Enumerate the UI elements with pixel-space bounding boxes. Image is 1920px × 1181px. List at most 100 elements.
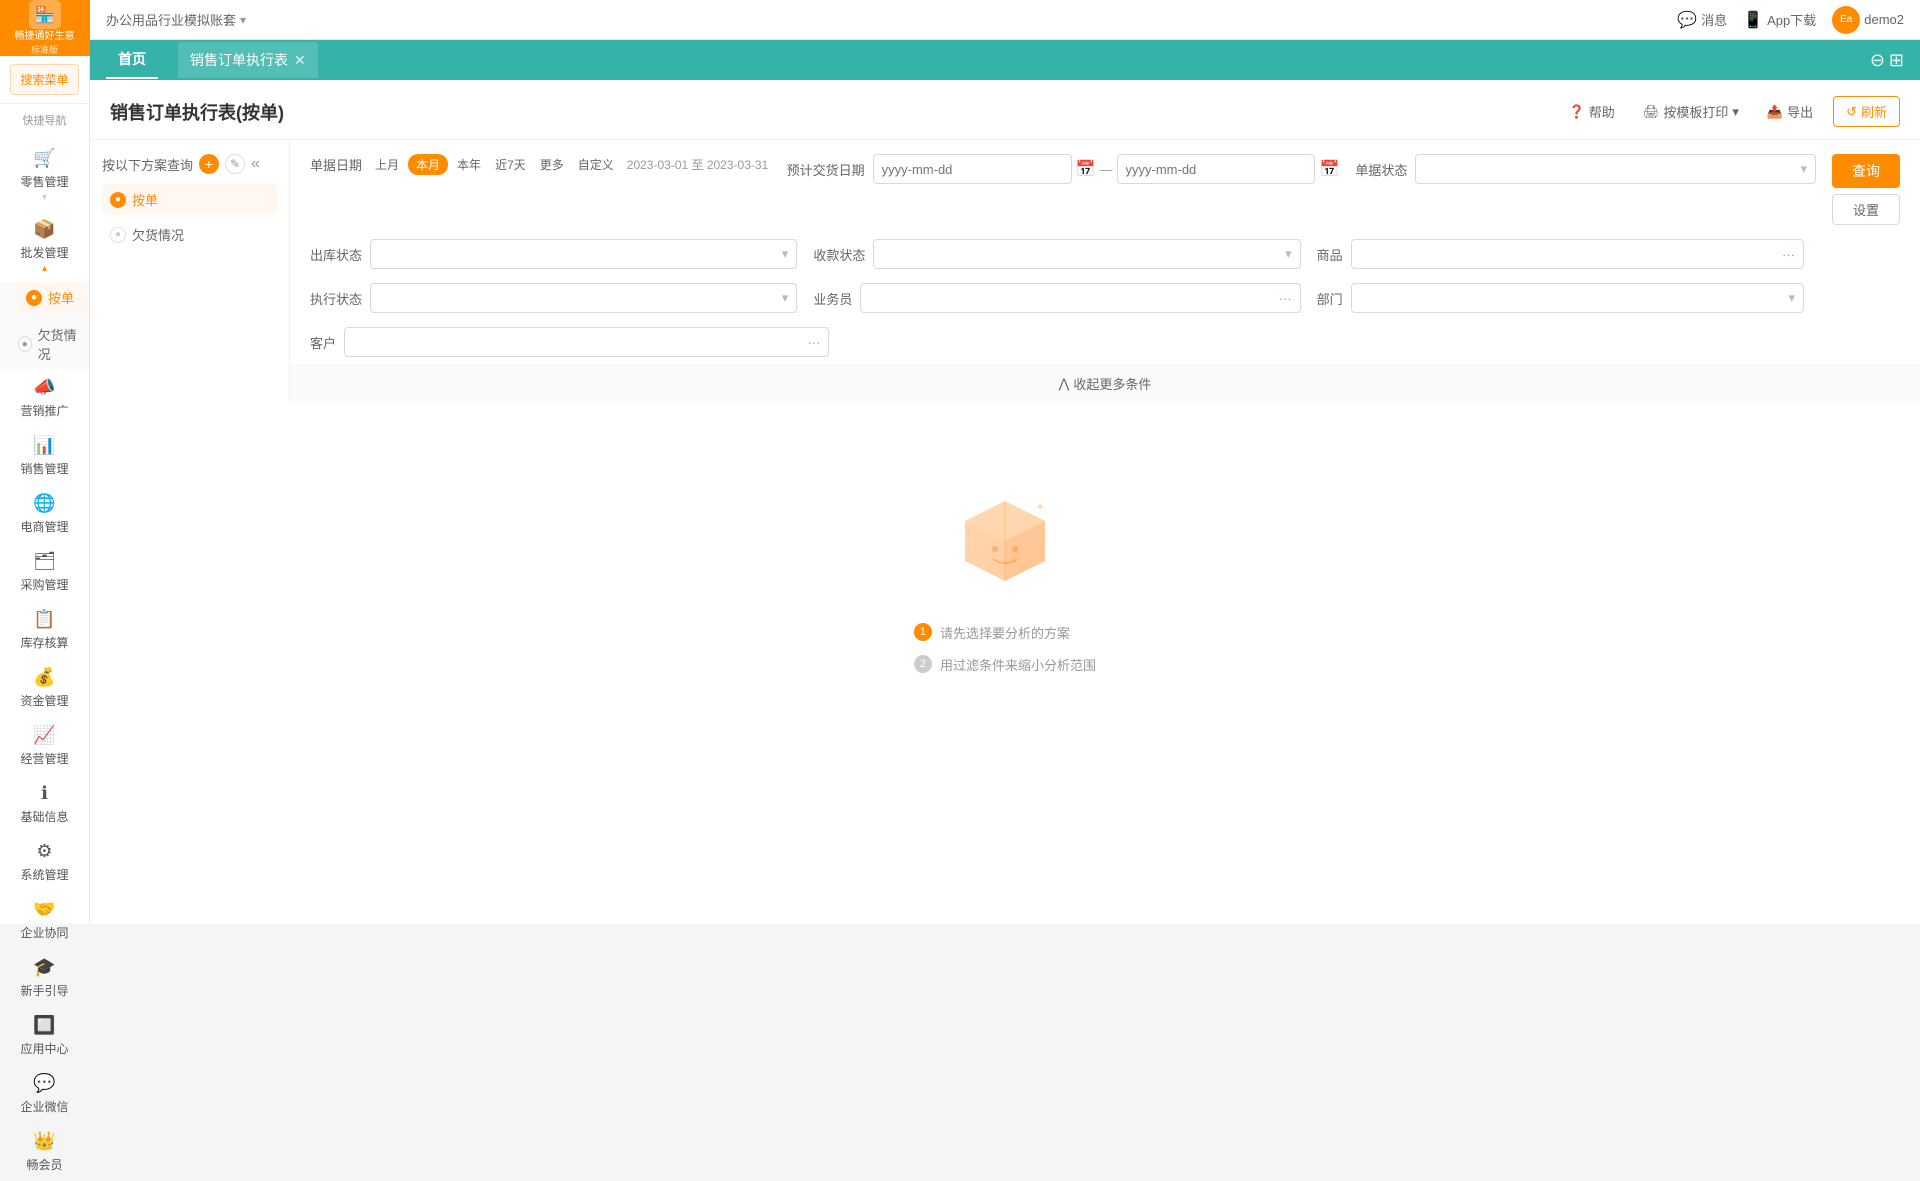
- message-icon: 💬: [1677, 10, 1697, 30]
- tab-home[interactable]: 首页: [106, 41, 158, 79]
- sidebar-sub-order[interactable]: ● 按单: [18, 282, 89, 313]
- tab-sales-order-close[interactable]: ✕: [294, 52, 306, 69]
- marketing-icon: 📣: [33, 377, 55, 398]
- avatar-initials: Ea: [1840, 14, 1852, 25]
- filter-field-date: 单据日期 上月 本月 本年 近7天 更多 自定义 2023-03-01 至 20…: [310, 154, 771, 175]
- sidebar-item-label-basic: 基础信息: [20, 808, 68, 825]
- sidebar-sub-debt[interactable]: ● 欠货情况: [10, 319, 89, 369]
- date-sep: —: [1100, 162, 1113, 177]
- message-button[interactable]: 💬 消息: [1677, 10, 1727, 30]
- search-menu-button[interactable]: 搜索菜单: [10, 64, 79, 95]
- teal-tabbar: 首页 销售订单执行表 ✕ ⊖ ⊞: [90, 40, 1920, 80]
- delivery-date-start[interactable]: [873, 154, 1072, 184]
- collapse-left-button[interactable]: «: [251, 155, 260, 173]
- topbar-chevron[interactable]: ▾: [240, 13, 246, 27]
- sidebar-item-retail[interactable]: 🛒 零售管理 ▾: [0, 140, 89, 211]
- payment-label: 收款状态: [813, 245, 865, 264]
- sidebar-item-ecom[interactable]: 🌐 电商管理: [0, 485, 89, 543]
- sidebar-item-purchase[interactable]: 🗂 采购管理: [0, 543, 89, 601]
- sidebar-item-basic[interactable]: ℹ 基础信息: [0, 775, 89, 833]
- help-button[interactable]: ❓ 帮助: [1561, 98, 1623, 125]
- tip-num-1: 1: [914, 623, 932, 641]
- sidebar-item-system[interactable]: ⚙ 系统管理: [0, 833, 89, 891]
- retail-arrow: ▾: [42, 192, 47, 203]
- sidebar-item-enterprise[interactable]: 🤝 企业协同: [0, 891, 89, 949]
- page-actions: ❓ 帮助 🖨 按模板打印 ▾ 📤 导出 ↺ 刷新: [1561, 96, 1900, 127]
- date-tab-more[interactable]: 更多: [535, 154, 569, 175]
- empty-state: ✦ ✦ 1 请先选择要分析的方案 2 用过滤条件来缩小分析范围: [90, 401, 1920, 759]
- action-btn-group: 查询 设置: [1832, 154, 1900, 225]
- dept-select[interactable]: ▾: [1351, 283, 1804, 313]
- date-tab-this-year[interactable]: 本年: [452, 154, 486, 175]
- tab-sales-order[interactable]: 销售订单执行表 ✕: [178, 42, 318, 78]
- order-status-select[interactable]: ▾: [1415, 154, 1816, 184]
- sidebar-item-vip[interactable]: 👑 畅会员: [0, 1123, 89, 1181]
- content-area: 销售订单执行表(按单) ❓ 帮助 🖨 按模板打印 ▾ 📤 导出 ↺ 刷新: [90, 80, 1920, 924]
- app-download-label: App下载: [1767, 10, 1816, 29]
- sidebar-item-label-purchase: 采购管理: [20, 576, 68, 593]
- svg-text:✦: ✦: [1035, 500, 1045, 514]
- sidebar-item-operation[interactable]: 📈 经营管理: [0, 717, 89, 775]
- shipment-status-select[interactable]: ▾: [370, 239, 797, 269]
- empty-tips: 1 请先选择要分析的方案 2 用过滤条件来缩小分析范围: [914, 621, 1096, 679]
- collapse-label: 收起更多条件: [1073, 374, 1151, 393]
- date-tab-custom[interactable]: 自定义: [573, 154, 619, 175]
- print-button[interactable]: 🖨 按模板打印 ▾: [1635, 98, 1747, 125]
- phone-icon: 📱: [1743, 10, 1763, 30]
- refresh-button[interactable]: ↺ 刷新: [1833, 96, 1900, 127]
- delivery-date-end[interactable]: [1117, 154, 1316, 184]
- user-profile[interactable]: Ea demo2: [1832, 6, 1904, 34]
- add-scheme-button[interactable]: +: [199, 154, 219, 174]
- date-tab-this-month[interactable]: 本月: [408, 154, 448, 175]
- execution-status-select[interactable]: ▾: [370, 283, 797, 313]
- teal-top-right: ⊖ ⊞: [1870, 50, 1904, 71]
- order-status-chevron: ▾: [1800, 161, 1807, 177]
- maximize-button[interactable]: ⊞: [1889, 50, 1904, 71]
- scheme-item-order[interactable]: ● 按单: [102, 184, 277, 215]
- help-label: 帮助: [1589, 102, 1615, 121]
- date-tab-prev-month[interactable]: 上月: [370, 154, 404, 175]
- sidebar-item-inventory[interactable]: 📋 库存核算: [0, 601, 89, 659]
- execution-chevron: ▾: [782, 290, 789, 306]
- sidebar-item-marketing[interactable]: 📣 营销推广: [0, 369, 89, 427]
- tab-home-label: 首页: [118, 51, 146, 67]
- user-name: demo2: [1864, 12, 1904, 27]
- sidebar-item-wechat[interactable]: 💬 企业微信: [0, 1065, 89, 1123]
- customer-select[interactable]: ···: [344, 327, 829, 357]
- delivery-date-range: 📅 — 📅: [873, 154, 1340, 184]
- filter-fields-panel: 单据日期 上月 本月 本年 近7天 更多 自定义 2023-03-01 至 20…: [290, 140, 1920, 401]
- payment-status-select[interactable]: ▾: [873, 239, 1300, 269]
- sidebar-item-finance[interactable]: 💰 资金管理: [0, 659, 89, 717]
- topbar: 办公用品行业模拟账套 ▾ 💬 消息 📱 App下载 Ea demo2: [90, 0, 1920, 40]
- product-select[interactable]: ···: [1351, 239, 1804, 269]
- date-tab-7days[interactable]: 近7天: [490, 154, 531, 175]
- sidebar-item-sales[interactable]: 📊 销售管理: [0, 427, 89, 485]
- minimize-button[interactable]: ⊖: [1870, 50, 1885, 71]
- dept-chevron: ▾: [1788, 290, 1795, 306]
- settings-button[interactable]: 设置: [1832, 194, 1900, 225]
- salesperson-ellipsis: ···: [1279, 291, 1292, 306]
- scheme-item-debt[interactable]: ● 欠货情况: [102, 219, 277, 250]
- filter-field-delivery-date: 预计交货日期 📅 — 📅: [787, 154, 1340, 184]
- filter-row-4: 客户 ···: [310, 327, 1900, 357]
- sidebar-item-appstore[interactable]: 🔲 应用中心: [0, 1007, 89, 1065]
- empty-illustration: ✦ ✦: [945, 481, 1065, 601]
- wechat-icon: 💬: [33, 1073, 55, 1094]
- collapse-filter-bar[interactable]: ⋀ 收起更多条件: [290, 365, 1920, 401]
- filter-field-product: 商品 ···: [1317, 239, 1804, 269]
- export-button[interactable]: 📤 导出: [1759, 98, 1821, 125]
- app-download-button[interactable]: 📱 App下载: [1743, 10, 1816, 30]
- sidebar-item-label-vip: 畅会员: [26, 1156, 62, 1173]
- appstore-icon: 🔲: [33, 1015, 55, 1036]
- product-label: 商品: [1317, 245, 1343, 264]
- query-button[interactable]: 查询: [1832, 154, 1900, 188]
- collapse-btn-text: ⋀ 收起更多条件: [1059, 374, 1152, 393]
- wholesale-arrow: ▴: [42, 263, 47, 274]
- sidebar-item-label-inventory: 库存核算: [20, 634, 68, 651]
- sidebar-item-newbie[interactable]: 🎓 新手引导: [0, 949, 89, 1007]
- salesperson-select[interactable]: ···: [860, 283, 1300, 313]
- sidebar-item-wholesale[interactable]: 📦 批发管理 ▴: [0, 211, 89, 282]
- edit-scheme-button[interactable]: ✎: [225, 154, 245, 174]
- sales-icon: 📊: [33, 435, 55, 456]
- export-label: 导出: [1787, 102, 1813, 121]
